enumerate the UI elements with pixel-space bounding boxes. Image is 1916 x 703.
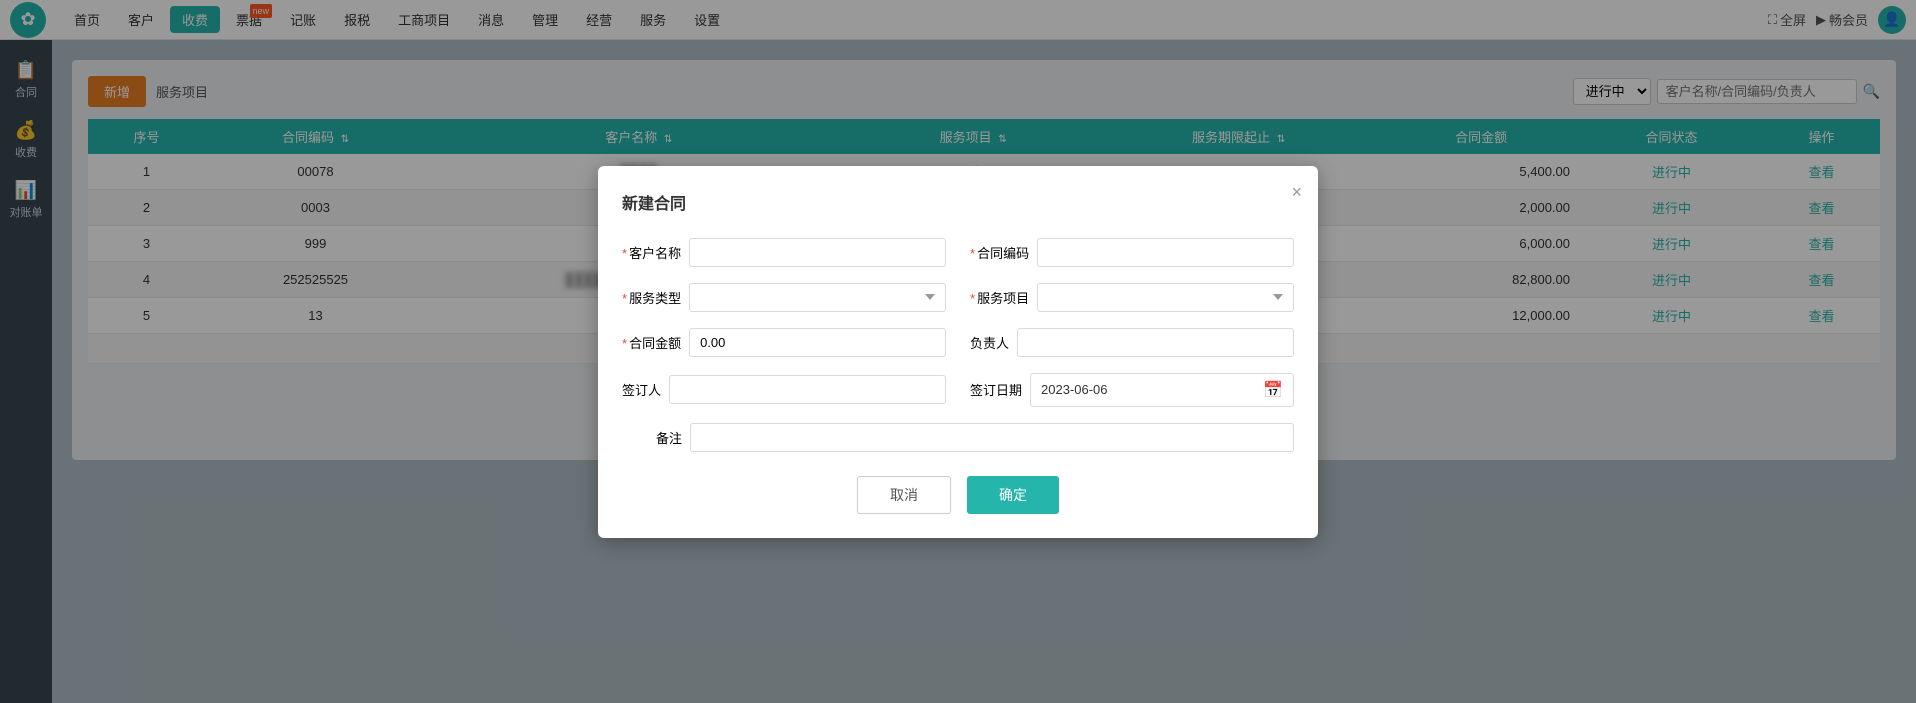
form-row-customer: *客户名称: [622, 238, 946, 267]
modal-dialog: 新建合同 × *客户名称 *合同编码 *服务类型 *服务项目: [598, 166, 1318, 538]
form-row-contract-no: *合同编码: [970, 238, 1294, 267]
note-label: 备注: [622, 428, 682, 447]
responsible-label: 负责人: [970, 333, 1009, 352]
responsible-input[interactable]: [1017, 328, 1294, 357]
form-row-signer: 签订人: [622, 373, 946, 407]
form-row-sign-date: 签订日期 2023-06-06 📅: [970, 373, 1294, 407]
sign-date-label: 签订日期: [970, 380, 1022, 399]
modal-title: 新建合同: [622, 190, 1294, 214]
contract-no-label: *合同编码: [970, 243, 1029, 262]
form-row-amount: *合同金额: [622, 328, 946, 357]
amount-input[interactable]: [689, 328, 946, 357]
service-item-label: *服务项目: [970, 288, 1029, 307]
signer-label: 签订人: [622, 380, 661, 399]
modal-footer: 取消 确定: [622, 468, 1294, 514]
note-input[interactable]: [690, 423, 1294, 452]
form-grid: *客户名称 *合同编码 *服务类型 *服务项目: [622, 238, 1294, 407]
amount-label: *合同金额: [622, 333, 681, 352]
form-row-service-type: *服务类型: [622, 283, 946, 312]
customer-name-label: *客户名称: [622, 243, 681, 262]
service-item-select[interactable]: [1037, 283, 1294, 312]
cancel-button[interactable]: 取消: [857, 476, 951, 514]
form-row-responsible: 负责人: [970, 328, 1294, 357]
service-type-label: *服务类型: [622, 288, 681, 307]
form-row-note: 备注: [622, 423, 1294, 452]
service-type-select[interactable]: [689, 283, 946, 312]
signer-input[interactable]: [669, 375, 946, 404]
confirm-button[interactable]: 确定: [967, 476, 1059, 514]
modal-close-button[interactable]: ×: [1291, 182, 1302, 203]
customer-name-input[interactable]: [689, 238, 946, 267]
form-row-service-item: *服务项目: [970, 283, 1294, 312]
contract-no-input[interactable]: [1037, 238, 1294, 267]
calendar-icon[interactable]: 📅: [1263, 380, 1283, 400]
modal-overlay: 新建合同 × *客户名称 *合同编码 *服务类型 *服务项目: [0, 0, 1916, 703]
sign-date-input[interactable]: 2023-06-06 📅: [1030, 373, 1294, 407]
